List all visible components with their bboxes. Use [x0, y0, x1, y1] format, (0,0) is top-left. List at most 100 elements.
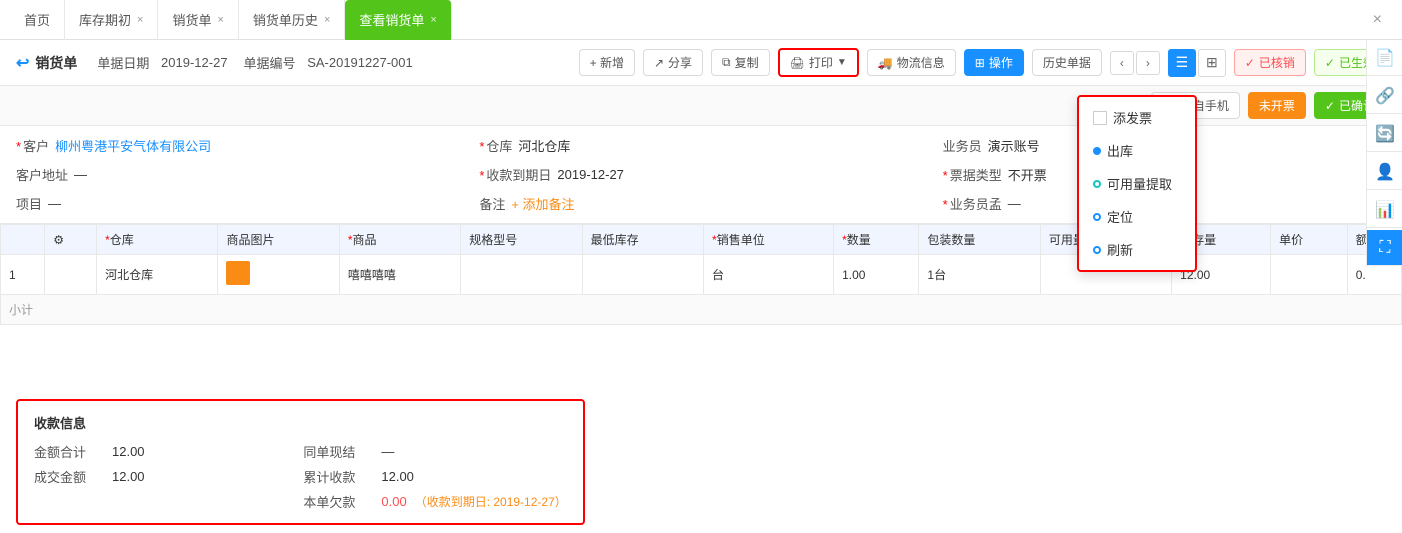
doc-title-section: ↩ 销货单: [16, 53, 77, 73]
tab-inventory-init[interactable]: 库存期初 ×: [65, 0, 158, 40]
customer-value[interactable]: 柳州粤港平安气体有限公司: [55, 136, 211, 155]
th-image: 商品图片: [218, 225, 339, 255]
tab-inventory-init-close[interactable]: ×: [137, 14, 143, 26]
checkbox-icon: [1093, 111, 1107, 125]
warehouse-field: 仓库 河北仓库: [479, 136, 922, 155]
balance-note: （收款到期日: 2019-12-27）: [415, 493, 567, 510]
address-label: 客户地址: [16, 165, 68, 184]
transaction-field: 成交金额 12.00: [34, 467, 297, 486]
doc-icon: ↩: [16, 53, 29, 73]
address-field: 客户地址 —: [16, 165, 459, 184]
add-note-value[interactable]: + 添加备注: [511, 194, 574, 213]
side-link-icon[interactable]: 🔗: [1367, 78, 1402, 114]
operation-dropdown: 添发票 出库 可用量提取 定位 刷新: [1077, 95, 1197, 272]
row-product: 嘻嘻嘻嘻: [339, 255, 460, 295]
row-no: 1: [1, 255, 45, 295]
tab-view-sales-close[interactable]: ×: [430, 14, 436, 26]
row-image: [218, 255, 339, 295]
prev-button[interactable]: ‹: [1110, 51, 1134, 75]
history-button[interactable]: 历史单据: [1032, 49, 1102, 76]
th-unit-price: 单价: [1271, 225, 1348, 255]
tab-sales-order[interactable]: 销货单 ×: [158, 0, 238, 40]
customer-field: 客户 柳州粤港平安气体有限公司: [16, 136, 459, 155]
copy-button[interactable]: ⧉ 复制: [711, 49, 770, 76]
side-expand-icon[interactable]: ⛶: [1367, 230, 1402, 266]
payment-date-field: 收款到期日 2019-12-27: [479, 165, 922, 184]
ticket-type-label: 票据类型: [943, 165, 1002, 184]
share-icon: ↗: [654, 56, 664, 70]
project-value: —: [48, 196, 61, 211]
sold-check-icon: ✓: [1245, 56, 1255, 70]
new-button[interactable]: + 新增: [579, 49, 635, 76]
refresh-item[interactable]: 刷新: [1079, 233, 1195, 266]
payment-date-label: 收款到期日: [479, 165, 551, 184]
th-settings[interactable]: ⚙: [45, 225, 97, 255]
doc-header: ↩ 销货单 单据日期 2019-12-27 单据编号 SA-20191227-0…: [0, 40, 1402, 86]
outbound-item[interactable]: 出库: [1079, 134, 1195, 167]
ticket-type-value: 不开票: [1008, 165, 1047, 184]
row-unit: 台: [704, 255, 834, 295]
sold-badge[interactable]: ✓ 已核销: [1234, 49, 1306, 76]
row-pack-qty: 1台: [919, 255, 1040, 295]
balance-value: 0.00: [381, 494, 406, 509]
copy-icon: ⧉: [722, 55, 731, 70]
doc-type-label: 销货单: [35, 53, 77, 73]
balance-field: 本单欠款 0.00 （收款到期日: 2019-12-27）: [303, 492, 566, 511]
available-qty-item[interactable]: 可用量提取: [1079, 167, 1195, 200]
side-panel: 📄 🔗 🔄 👤 📊 ⛶: [1366, 40, 1402, 266]
side-refresh-icon[interactable]: 🔄: [1367, 116, 1402, 152]
th-product: 商品: [339, 225, 460, 255]
tab-sales-order-close[interactable]: ×: [217, 14, 223, 26]
tab-sales-history-close[interactable]: ×: [324, 14, 330, 26]
salesperson-value: —: [1008, 196, 1021, 211]
row-warehouse: 河北仓库: [97, 255, 218, 295]
th-qty: 数量: [834, 225, 919, 255]
same-order-field: 同单现结 —: [303, 442, 566, 461]
locate-item[interactable]: 定位: [1079, 200, 1195, 233]
cumulative-label: 累计收款: [303, 467, 373, 486]
side-user-icon[interactable]: 👤: [1367, 154, 1402, 190]
side-doc-icon[interactable]: 📄: [1367, 40, 1402, 76]
side-chart-icon[interactable]: 📊: [1367, 192, 1402, 228]
doc-number-value: SA-20191227-001: [307, 55, 413, 70]
tab-sales-history[interactable]: 销货单历史 ×: [239, 0, 345, 40]
subtotal-row: 小计: [1, 295, 1402, 325]
grid-view-button[interactable]: ⊞: [1198, 49, 1226, 77]
transaction-label: 成交金额: [34, 467, 104, 486]
add-invoice-item[interactable]: 添发票: [1079, 101, 1195, 134]
payment-info-title: 收款信息: [34, 413, 567, 432]
row-settings: [45, 255, 97, 295]
circle-icon: [1093, 180, 1101, 188]
doc-date-value: 2019-12-27: [161, 55, 228, 70]
print-dropdown-icon: ▼: [837, 57, 847, 68]
logistics-button[interactable]: 🚚 物流信息: [867, 49, 956, 76]
product-image: [226, 261, 250, 285]
payment-info-box: 收款信息 金额合计 12.00 同单现结 — 成交金额 12.00: [16, 399, 585, 525]
locate-icon: [1093, 213, 1101, 221]
print-icon: 🖨: [790, 56, 805, 70]
not-open-button[interactable]: 未开票: [1248, 92, 1306, 119]
effect-check-icon: ✓: [1325, 56, 1335, 70]
global-close-button[interactable]: ×: [1363, 11, 1392, 29]
next-button[interactable]: ›: [1136, 51, 1160, 75]
row-unit-price: [1271, 255, 1348, 295]
confirm-icon: ✓: [1325, 99, 1335, 113]
share-button[interactable]: ↗ 分享: [643, 49, 703, 76]
th-min-stock: 最低库存: [582, 225, 703, 255]
payment-date-value: 2019-12-27: [557, 167, 624, 182]
th-warehouse: 仓库: [97, 225, 218, 255]
tab-home[interactable]: 首页: [10, 0, 65, 40]
operation-button[interactable]: ⊞ 操作: [964, 49, 1024, 76]
total-amount-field: 金额合计 12.00: [34, 442, 297, 461]
th-unit: 销售单位: [704, 225, 834, 255]
warehouse-label: 仓库: [479, 136, 512, 155]
tab-view-sales[interactable]: 查看销货单 ×: [345, 0, 451, 40]
th-no: [1, 225, 45, 255]
address-value: —: [74, 167, 87, 182]
operation-icon: ⊞: [975, 56, 985, 70]
list-view-button[interactable]: ☰: [1168, 49, 1196, 77]
toolbar-right: + 新增 ↗ 分享 ⧉ 复制 🖨 打印 ▼ 🚚 物流信息: [579, 48, 1386, 77]
employee-value: 演示账号: [988, 136, 1040, 155]
doc-date-label: 单据日期 2019-12-27: [97, 53, 227, 72]
print-button[interactable]: 🖨 打印 ▼: [778, 48, 859, 77]
